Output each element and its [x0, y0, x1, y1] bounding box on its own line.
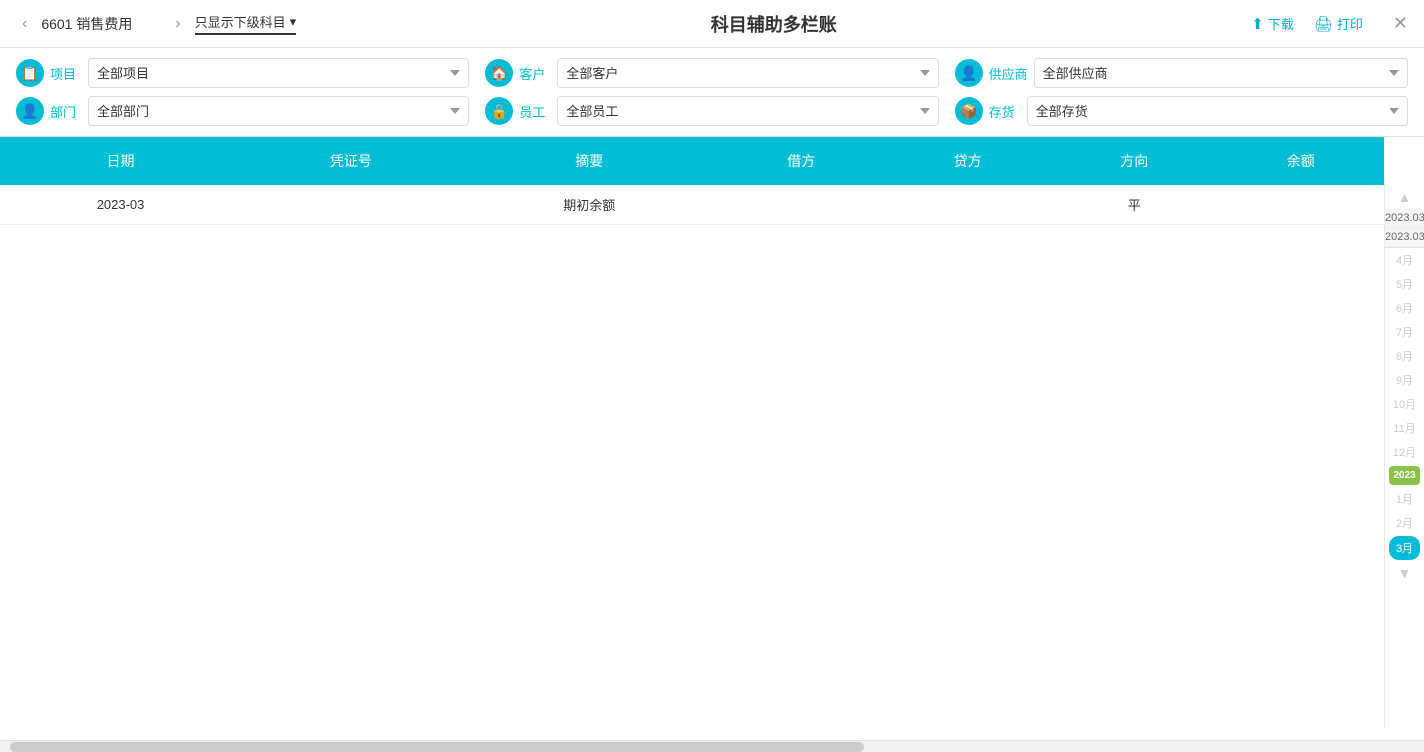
download-button[interactable]: ⬆ 下载 — [1251, 14, 1294, 33]
timeline-top-items: 2023.03 2023.03 — [1385, 209, 1424, 248]
timeline-month-11[interactable]: 11月 — [1385, 416, 1424, 440]
supplier-label: 供应商 — [989, 64, 1028, 83]
filter-project: 📋 项目 全部项目 — [16, 58, 469, 88]
timeline-year-badge: 2023 — [1389, 466, 1420, 485]
inventory-select[interactable]: 全部存货 — [1027, 96, 1408, 126]
title-bar: ‹ 6601 销售费用 › 只显示下级科目 ▾ 科目辅助多栏账 ⬆ 下载 🖨 打… — [0, 0, 1424, 48]
nav-prev-button[interactable]: ‹ — [16, 13, 33, 35]
download-label: 下载 — [1268, 14, 1294, 33]
timeline-scroll-down[interactable]: ▼ — [1385, 561, 1424, 585]
timeline-month-4[interactable]: 4月 — [1385, 248, 1424, 272]
cell-direction: 平 — [1051, 185, 1218, 225]
filter-row-1: 📋 项目 全部项目 🏠 客户 全部客户 👤 供应商 全部供应商 — [16, 58, 1408, 88]
col-voucher: 凭证号 — [241, 137, 460, 185]
employee-icon: 🔒 — [485, 97, 513, 125]
timeline-scroll-up[interactable]: ▲ — [1385, 185, 1424, 209]
timeline-month-6[interactable]: 6月 — [1385, 296, 1424, 320]
print-label: 打印 — [1337, 14, 1363, 33]
timeline-top-item-2[interactable]: 2023.03 — [1385, 228, 1424, 247]
col-date: 日期 — [0, 137, 241, 185]
project-label: 项目 — [50, 64, 82, 83]
show-sub-label: 只显示下级科目 — [195, 12, 286, 31]
customer-select[interactable]: 全部客户 — [557, 58, 938, 88]
ledger-table: 日期 凭证号 摘要 借方 贷方 方向 余额 2023-03 期初余额 — [0, 137, 1384, 225]
cell-voucher — [241, 185, 460, 225]
timeline-month-12[interactable]: 12月 — [1385, 440, 1424, 464]
employee-label: 员工 — [519, 102, 551, 121]
timeline-top-item-1[interactable]: 2023.03 — [1385, 209, 1424, 228]
timeline-month-9[interactable]: 9月 — [1385, 368, 1424, 392]
col-direction: 方向 — [1051, 137, 1218, 185]
main-window: ‹ 6601 销售费用 › 只显示下级科目 ▾ 科目辅助多栏账 ⬆ 下载 🖨 打… — [0, 0, 1424, 752]
filter-department: 👤 部门 全部部门 — [16, 96, 469, 126]
project-select[interactable]: 全部项目 — [88, 58, 469, 88]
customer-icon: 🏠 — [485, 59, 513, 87]
table-container: 日期 凭证号 摘要 借方 贷方 方向 余额 2023-03 期初余额 — [0, 137, 1384, 740]
col-balance: 余额 — [1217, 137, 1384, 185]
supplier-icon: 👤 — [955, 59, 983, 87]
title-bar-right: ⬆ 下载 🖨 打印 ✕ — [1251, 13, 1408, 34]
timeline-month-8[interactable]: 8月 — [1385, 344, 1424, 368]
timeline-month-7[interactable]: 7月 — [1385, 320, 1424, 344]
col-summary: 摘要 — [461, 137, 718, 185]
download-icon: ⬆ — [1251, 15, 1264, 33]
supplier-select[interactable]: 全部供应商 — [1034, 58, 1408, 88]
cell-summary: 期初余额 — [461, 185, 718, 225]
close-button[interactable]: ✕ — [1393, 13, 1408, 34]
filter-customer: 🏠 客户 全部客户 — [485, 58, 938, 88]
department-icon: 👤 — [16, 97, 44, 125]
customer-label: 客户 — [519, 64, 551, 83]
cell-credit — [884, 185, 1051, 225]
horizontal-scrollbar[interactable] — [0, 740, 1424, 752]
show-sub-dropdown[interactable]: 只显示下级科目 ▾ — [195, 12, 297, 35]
print-icon: 🖨 — [1314, 15, 1333, 33]
cell-balance — [1217, 185, 1384, 225]
filter-inventory: 📦 存货 全部存货 — [955, 96, 1408, 126]
timeline-month-10[interactable]: 10月 — [1385, 392, 1424, 416]
filter-row-2: 👤 部门 全部部门 🔒 员工 全部员工 📦 存货 全部存货 — [16, 96, 1408, 126]
filter-bar: 📋 项目 全部项目 🏠 客户 全部客户 👤 供应商 全部供应商 — [0, 48, 1424, 137]
print-button[interactable]: 🖨 打印 — [1314, 14, 1363, 33]
timeline-month-1[interactable]: 1月 — [1385, 487, 1424, 511]
scrollbar-thumb[interactable] — [10, 742, 864, 752]
title-bar-left: ‹ 6601 销售费用 › 只显示下级科目 ▾ — [16, 12, 296, 35]
timeline-month-2[interactable]: 2月 — [1385, 511, 1424, 535]
cell-date: 2023-03 — [0, 185, 241, 225]
filter-supplier: 👤 供应商 全部供应商 — [955, 58, 1408, 88]
cell-debit — [718, 185, 885, 225]
inventory-label: 存货 — [989, 102, 1021, 121]
project-icon: 📋 — [16, 59, 44, 87]
col-debit: 借方 — [718, 137, 885, 185]
timeline-panel: ▲ 2023.03 2023.03 4月 5月 6月 7月 8月 9月 10月 … — [1384, 185, 1424, 728]
employee-select[interactable]: 全部员工 — [557, 96, 938, 126]
department-label: 部门 — [50, 102, 82, 121]
table-row: 2023-03 期初余额 平 — [0, 185, 1384, 225]
timeline-month-5[interactable]: 5月 — [1385, 272, 1424, 296]
account-code: 6601 销售费用 — [41, 14, 161, 34]
filter-employee: 🔒 员工 全部员工 — [485, 96, 938, 126]
nav-next-button[interactable]: › — [169, 13, 186, 35]
inventory-icon: 📦 — [955, 97, 983, 125]
timeline-month-3[interactable]: 3月 — [1389, 536, 1420, 560]
department-select[interactable]: 全部部门 — [88, 96, 469, 126]
col-credit: 贷方 — [884, 137, 1051, 185]
table-header-row: 日期 凭证号 摘要 借方 贷方 方向 余额 — [0, 137, 1384, 185]
page-title: 科目辅助多栏账 — [296, 11, 1251, 37]
